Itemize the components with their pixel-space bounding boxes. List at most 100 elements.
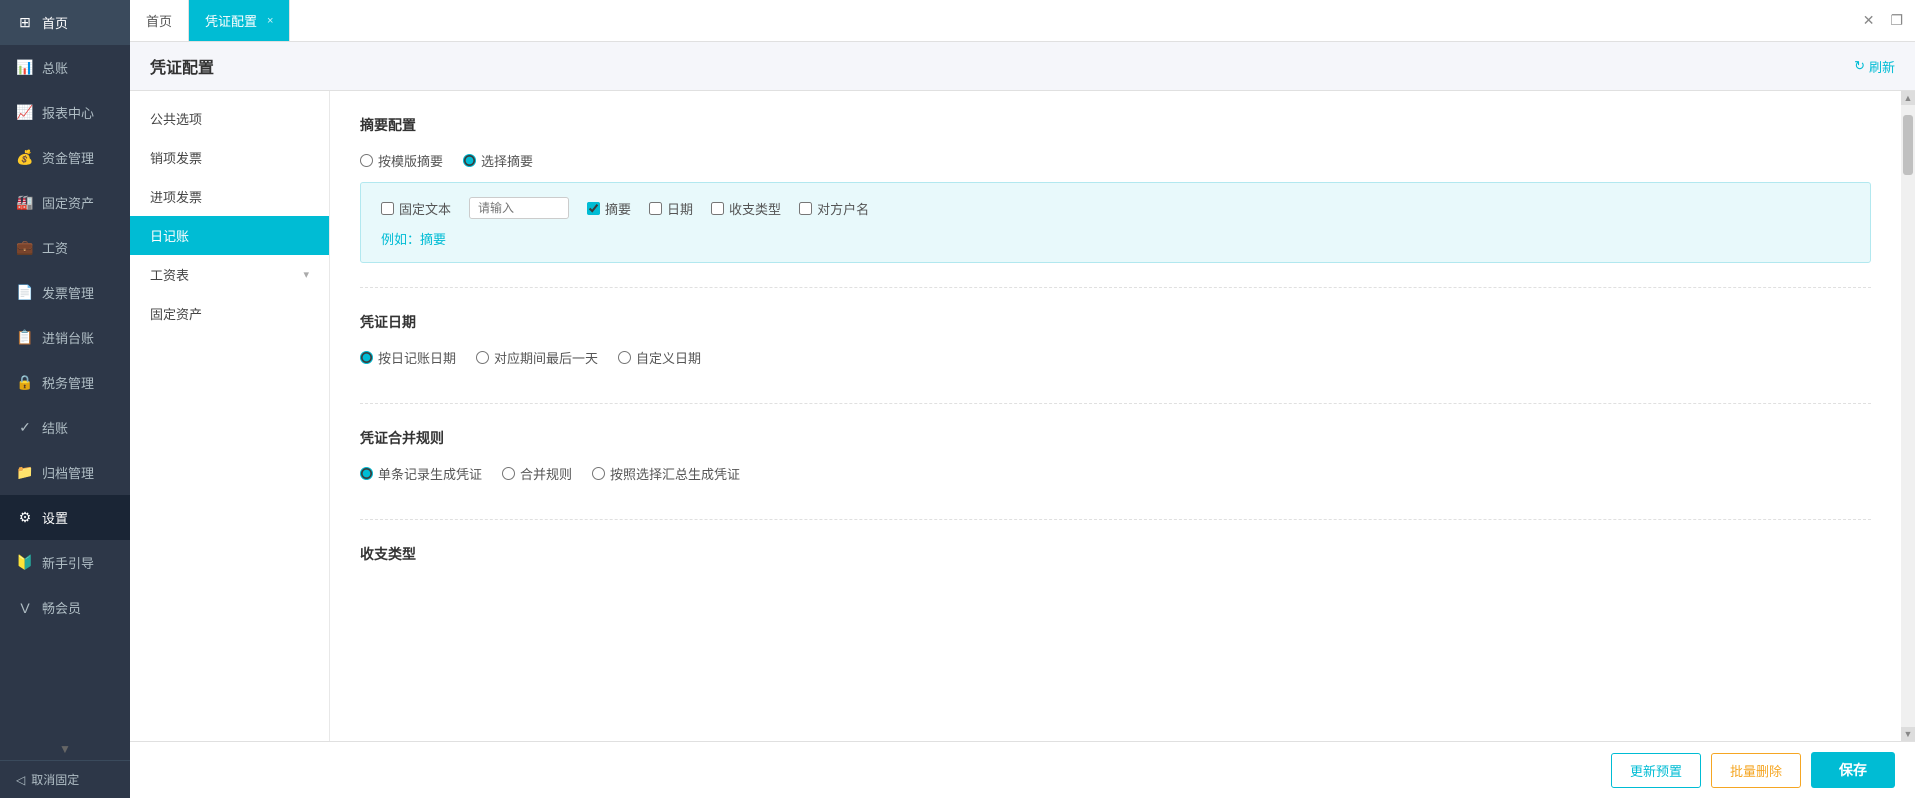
ledger-icon: 📋 (16, 329, 34, 346)
left-nav-journal[interactable]: 日记账 (130, 216, 329, 255)
merge-rules-option[interactable]: 合并规则 (502, 464, 572, 483)
by-selection-total-option[interactable]: 按照选择汇总生成凭证 (592, 464, 740, 483)
sidebar-item-label: 归档管理 (42, 463, 94, 482)
window-close-button[interactable]: ✕ (1859, 8, 1879, 33)
income-type-option[interactable]: 收支类型 (711, 199, 781, 218)
sidebar-cancel-fixed[interactable]: ◁ 取消固定 (0, 760, 130, 798)
sidebar-item-settlement[interactable]: ✓ 结账 (0, 405, 130, 450)
summary-option[interactable]: 摘要 (587, 199, 631, 218)
tab-home[interactable]: 首页 (130, 0, 189, 41)
sidebar-item-label: 设置 (42, 508, 68, 527)
scrollbar-track[interactable] (1901, 105, 1915, 727)
left-nav-public-options[interactable]: 公共选项 (130, 99, 329, 138)
template-summary-label: 按模版摘要 (378, 151, 443, 170)
tab-bar-actions: ✕ ❐ (1859, 8, 1915, 33)
fixed-text-input[interactable] (469, 197, 569, 219)
by-journal-date-radio[interactable] (360, 351, 373, 364)
save-button[interactable]: 保存 (1811, 752, 1895, 788)
refresh-icon: ↻ (1854, 58, 1865, 74)
template-summary-radio[interactable] (360, 154, 373, 167)
main-area: 首页 凭证配置 × ✕ ❐ 凭证配置 ↻ 刷新 公共选项 (130, 0, 1915, 798)
by-selection-total-radio[interactable] (592, 467, 605, 480)
sidebar-item-vip-member[interactable]: V 畅会员 (0, 585, 130, 630)
left-nav-purchase-invoice[interactable]: 进项发票 (130, 177, 329, 216)
scrollbar-thumb[interactable] (1903, 115, 1913, 175)
refresh-button[interactable]: ↻ 刷新 (1854, 57, 1895, 76)
sidebar-item-settings[interactable]: ⚙ 设置 (0, 495, 130, 540)
income-type-section: 收支类型 (360, 544, 1871, 604)
select-summary-radio[interactable] (463, 154, 476, 167)
fixed-text-option[interactable]: 固定文本 (381, 199, 451, 218)
tab-voucher-config-label: 凭证配置 (205, 11, 257, 30)
report-icon: 📈 (16, 104, 34, 121)
select-summary-option[interactable]: 选择摘要 (463, 151, 533, 170)
custom-date-radio[interactable] (618, 351, 631, 364)
sidebar-item-general-ledger[interactable]: 📊 总账 (0, 45, 130, 90)
date-checkbox[interactable] (649, 202, 662, 215)
custom-date-option[interactable]: 自定义日期 (618, 348, 701, 367)
payroll-icon: 💼 (16, 239, 34, 256)
sidebar-item-report-center[interactable]: 📈 报表中心 (0, 90, 130, 135)
last-day-option[interactable]: 对应期间最后一天 (476, 348, 598, 367)
sidebar-scroll-indicator: ▼ (0, 738, 130, 760)
sidebar-item-payroll[interactable]: 💼 工资 (0, 225, 130, 270)
sidebar: ⊞ 首页 📊 总账 📈 报表中心 💰 资金管理 🏭 固定资产 💼 工资 📄 发票… (0, 0, 130, 798)
sidebar-item-label: 畅会员 (42, 598, 81, 617)
voucher-date-section: 凭证日期 按日记账日期 对应期间最后一天 自定义日期 (360, 312, 1871, 404)
income-type-checkbox[interactable] (711, 202, 724, 215)
sidebar-item-label: 报表中心 (42, 103, 94, 122)
factory-icon: 🏭 (16, 194, 34, 211)
left-nav-sales-invoice[interactable]: 销项发票 (130, 138, 329, 177)
sidebar-item-fixed-assets[interactable]: 🏭 固定资产 (0, 180, 130, 225)
archive-icon: 📁 (16, 464, 34, 481)
right-content: 摘要配置 按模版摘要 选择摘要 (330, 91, 1901, 741)
by-journal-date-option[interactable]: 按日记账日期 (360, 348, 456, 367)
left-nav-payroll-table[interactable]: 工资表 ▾ (130, 255, 329, 294)
template-summary-option[interactable]: 按模版摘要 (360, 151, 443, 170)
update-preview-button[interactable]: 更新预置 (1611, 753, 1701, 788)
income-type-title: 收支类型 (360, 544, 1871, 564)
summary-fields-row: 固定文本 摘要 日期 (381, 197, 1850, 219)
counterpart-name-option[interactable]: 对方户名 (799, 199, 869, 218)
merge-rules-radio[interactable] (502, 467, 515, 480)
scroll-down-arrow[interactable]: ▼ (1901, 727, 1915, 741)
window-restore-button[interactable]: ❐ (1886, 8, 1907, 33)
counterpart-name-checkbox[interactable] (799, 202, 812, 215)
sidebar-item-label: 资金管理 (42, 148, 94, 167)
fixed-text-checkbox[interactable] (381, 202, 394, 215)
summary-config-box: 固定文本 摘要 日期 (360, 182, 1871, 263)
left-nav: 公共选项 销项发票 进项发票 日记账 工资表 ▾ 固定资产 (130, 91, 330, 741)
batch-delete-button[interactable]: 批量删除 (1711, 753, 1801, 788)
merge-rules-section: 凭证合并规则 单条记录生成凭证 合并规则 按照选择汇总生成凭证 (360, 428, 1871, 520)
last-day-radio[interactable] (476, 351, 489, 364)
left-nav-fixed-assets[interactable]: 固定资产 (130, 294, 329, 333)
refresh-label: 刷新 (1869, 57, 1895, 76)
sidebar-scroll-down-arrow[interactable]: ▼ (55, 738, 75, 760)
tab-bar: 首页 凭证配置 × ✕ ❐ (130, 0, 1915, 42)
check-icon: ✓ (16, 419, 34, 436)
chart-icon: 📊 (16, 59, 34, 76)
tab-close-icon[interactable]: × (267, 15, 273, 27)
vertical-scrollbar[interactable]: ▲ ▼ (1901, 91, 1915, 741)
sidebar-item-home[interactable]: ⊞ 首页 (0, 0, 130, 45)
summary-checkbox[interactable] (587, 202, 600, 215)
summary-radio-row: 按模版摘要 选择摘要 (360, 151, 1871, 170)
sidebar-item-label: 首页 (42, 13, 68, 32)
sidebar-scroll: ⊞ 首页 📊 总账 📈 报表中心 💰 资金管理 🏭 固定资产 💼 工资 📄 发票… (0, 0, 130, 738)
single-record-radio[interactable] (360, 467, 373, 480)
gear-icon: ⚙ (16, 509, 34, 526)
date-option[interactable]: 日期 (649, 199, 693, 218)
sidebar-item-label: 税务管理 (42, 373, 94, 392)
sidebar-item-beginner-guide[interactable]: 🔰 新手引导 (0, 540, 130, 585)
single-record-option[interactable]: 单条记录生成凭证 (360, 464, 482, 483)
sidebar-item-sales-purchase[interactable]: 📋 进销台账 (0, 315, 130, 360)
scroll-up-arrow[interactable]: ▲ (1901, 91, 1915, 105)
sidebar-item-fund-mgmt[interactable]: 💰 资金管理 (0, 135, 130, 180)
voucher-date-title: 凭证日期 (360, 312, 1871, 332)
voucher-date-radio-row: 按日记账日期 对应期间最后一天 自定义日期 (360, 348, 1871, 367)
tab-voucher-config[interactable]: 凭证配置 × (189, 0, 290, 41)
sidebar-item-invoice-mgmt[interactable]: 📄 发票管理 (0, 270, 130, 315)
sidebar-item-archive-mgmt[interactable]: 📁 归档管理 (0, 450, 130, 495)
sidebar-item-tax-mgmt[interactable]: 🔒 税务管理 (0, 360, 130, 405)
chevron-down-icon: ▾ (303, 268, 309, 281)
